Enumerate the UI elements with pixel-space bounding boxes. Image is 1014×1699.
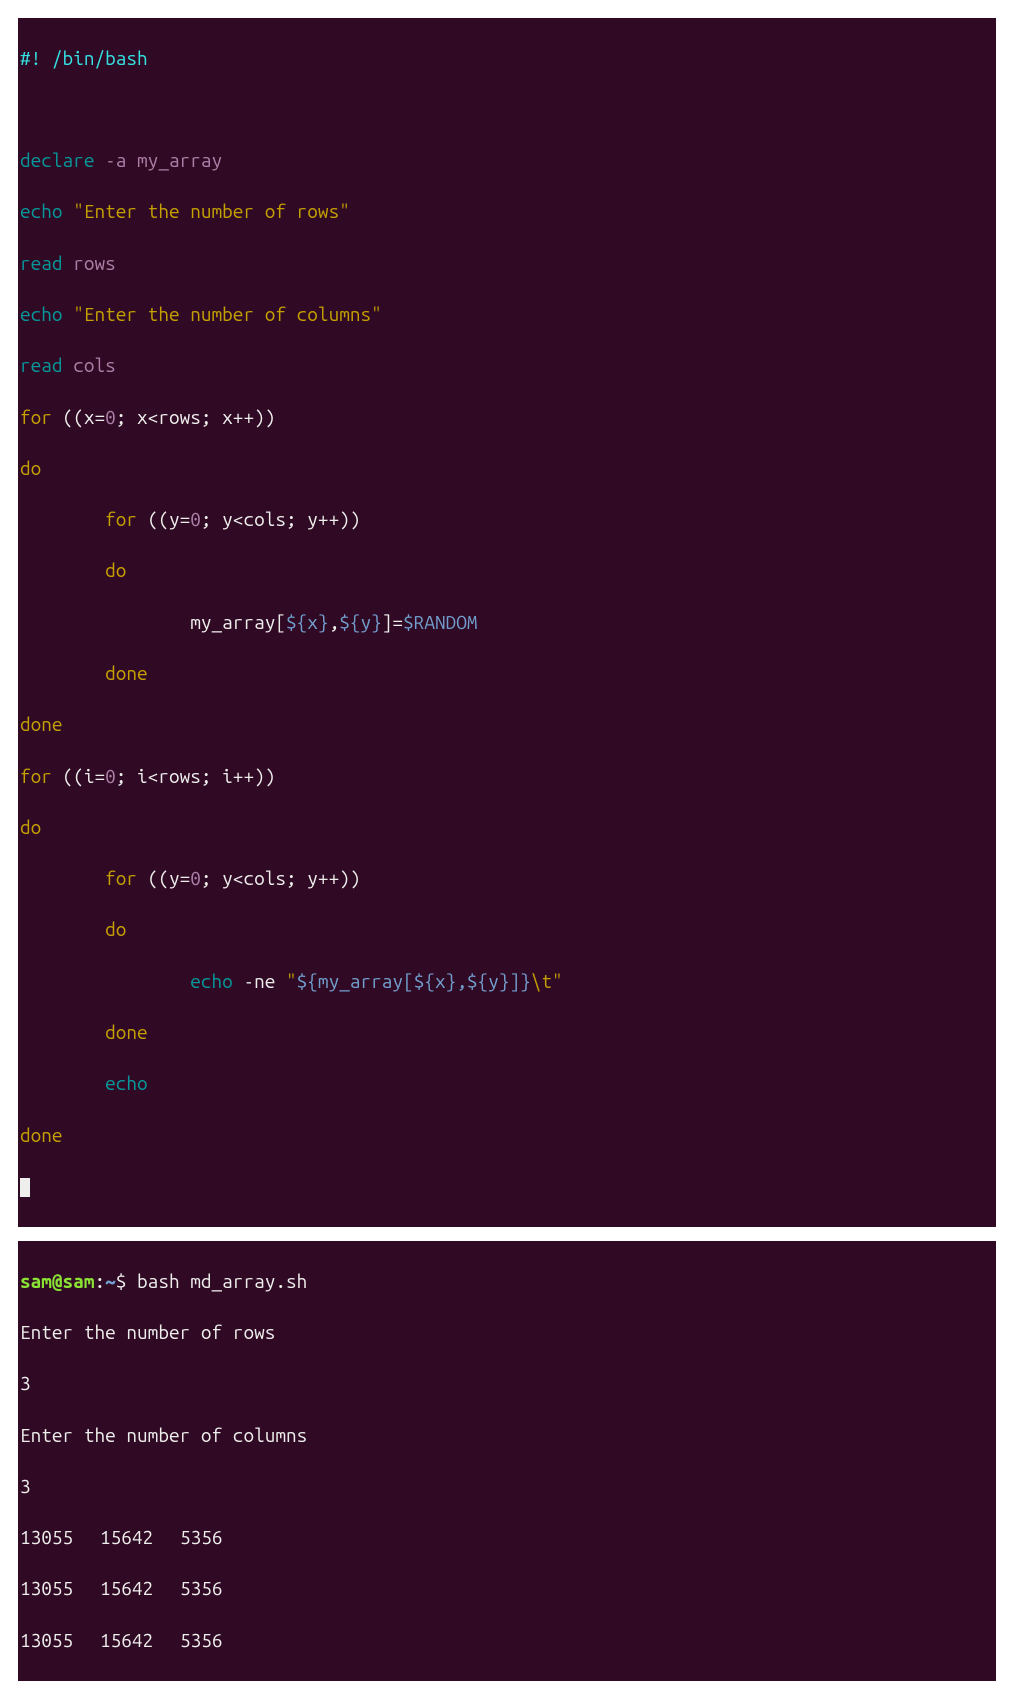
- code-line: echo "Enter the number of columns": [18, 302, 996, 328]
- code-line: declare -a my_array: [18, 148, 996, 174]
- code-line: read cols: [18, 353, 996, 379]
- code-line: for ((i=0; i<rows; i++)): [18, 764, 996, 790]
- code-line: echo: [18, 1071, 996, 1097]
- code-line: my_array[${x},${y}]=$RANDOM: [18, 610, 996, 636]
- input-line: 3: [18, 1371, 996, 1397]
- code-line: read rows: [18, 251, 996, 277]
- code-line: for ((x=0; x<rows; x++)): [18, 405, 996, 431]
- code-line: echo "Enter the number of rows": [18, 199, 996, 225]
- prompt-path: ~: [105, 1270, 116, 1292]
- editor-cursor: [20, 1178, 30, 1197]
- output-line: Enter the number of rows: [18, 1320, 996, 1346]
- editor-pane: #! /bin/bash declare -a my_array echo "E…: [18, 18, 996, 1227]
- command-text: bash md_array.sh: [137, 1270, 307, 1292]
- code-line: do: [18, 558, 996, 584]
- output-row: 13055156425356: [18, 1628, 996, 1654]
- code-line: do: [18, 815, 996, 841]
- code-line: do: [18, 917, 996, 943]
- prompt-line[interactable]: sam@sam:~$ bash md_array.sh: [18, 1269, 996, 1295]
- terminal-pane[interactable]: sam@sam:~$ bash md_array.sh Enter the nu…: [18, 1241, 996, 1681]
- code-line: [18, 1174, 996, 1200]
- shebang: #! /bin/bash: [20, 47, 148, 69]
- code-line: for ((y=0; y<cols; y++)): [18, 507, 996, 533]
- code-line: done: [18, 1020, 996, 1046]
- code-line: done: [18, 712, 996, 738]
- output-row: 13055156425356: [18, 1576, 996, 1602]
- code-line: done: [18, 1123, 996, 1149]
- input-line: 3: [18, 1474, 996, 1500]
- prompt-user: sam@sam: [20, 1270, 94, 1292]
- code-line: do: [18, 456, 996, 482]
- code-line: [18, 97, 996, 123]
- code-line: echo -ne "${my_array[${x},${y}]}\t": [18, 969, 996, 995]
- output-row: 13055156425356: [18, 1525, 996, 1551]
- output-line: Enter the number of columns: [18, 1423, 996, 1449]
- code-line: #! /bin/bash: [18, 46, 996, 72]
- code-line: done: [18, 661, 996, 687]
